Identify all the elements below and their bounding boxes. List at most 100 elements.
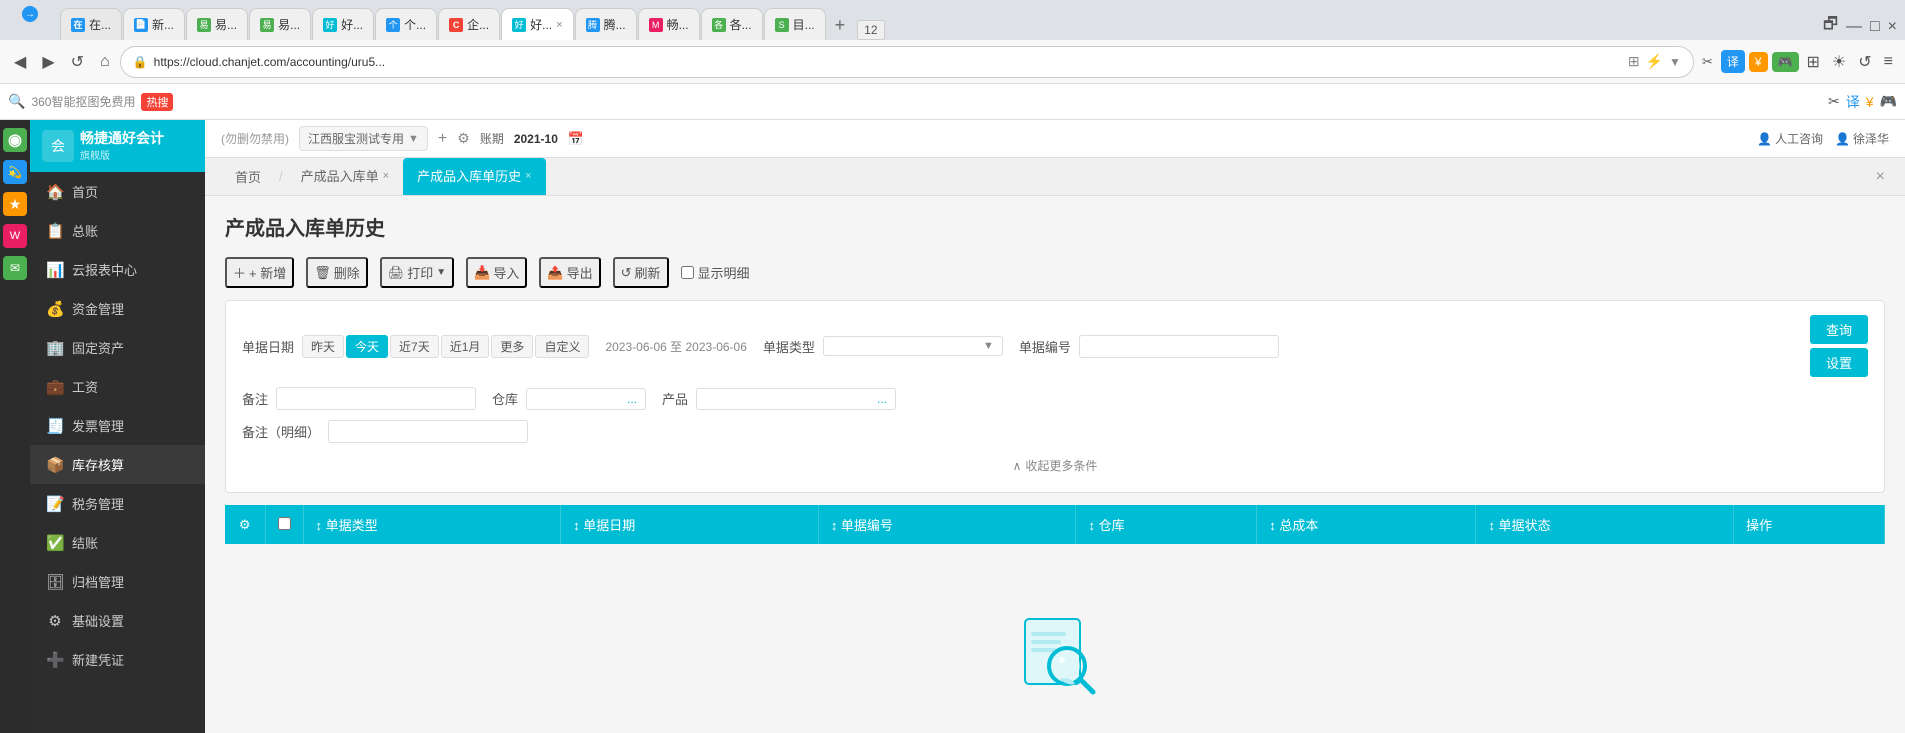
game-icon[interactable]: 🎮 [1880, 93, 1897, 110]
col-date[interactable]: ↕ 单据日期 [561, 505, 819, 544]
new-tab-button[interactable]: + [827, 15, 854, 36]
refresh-btn[interactable]: ↺ 刷新 [613, 257, 669, 288]
user-avatar[interactable]: 👤 徐泽华 [1835, 130, 1889, 147]
warehouse-select[interactable]: ... [526, 388, 646, 410]
calendar-icon[interactable]: 📅 [568, 131, 584, 147]
delete-btn[interactable]: 🗑 删除 [306, 257, 368, 288]
tab-7[interactable]: C 企... [438, 8, 500, 40]
tab-history-close[interactable]: × [525, 170, 531, 182]
maximize-btn[interactable]: □ [1870, 18, 1880, 36]
sidebar-item-assets[interactable]: 🏢 固定资产 [30, 328, 205, 367]
col-settings[interactable]: ⚙ [225, 505, 265, 544]
url-bar[interactable]: 🔒 https://cloud.chanjet.com/accounting/u… [120, 46, 1694, 78]
print-btn[interactable]: 🖨 打印 ▼ [380, 257, 454, 288]
currency-btn[interactable]: ¥ [1749, 52, 1768, 72]
settings-btn[interactable]: ≡ [1880, 49, 1897, 75]
tab-11[interactable]: 各 各... [701, 8, 763, 40]
tab-9[interactable]: 腾 腾... [575, 8, 637, 40]
date-btn-custom[interactable]: 自定义 [535, 335, 589, 358]
game-btn[interactable]: 🎮 [1772, 52, 1799, 72]
tab-3[interactable]: 易 易... [186, 8, 248, 40]
tab-breadcrumb-home[interactable]: 首页 [221, 159, 275, 194]
close-browser-btn[interactable]: × [1888, 18, 1897, 36]
sidebar-item-settlement[interactable]: ✅ 结账 [30, 523, 205, 562]
remark-detail-input[interactable] [328, 420, 528, 443]
show-detail-checkbox[interactable] [681, 266, 694, 279]
home-button[interactable]: ⌂ [94, 49, 116, 75]
select-all-checkbox[interactable] [278, 517, 291, 530]
date-btn-more[interactable]: 更多 [491, 335, 533, 358]
cut-icon[interactable]: ✂ [1828, 93, 1840, 110]
sidebar-item-invoice[interactable]: 🧾 发票管理 [30, 406, 205, 445]
translate-icon[interactable]: 译 [1846, 92, 1860, 112]
sidebar-item-salary[interactable]: 💼 工资 [30, 367, 205, 406]
company-select[interactable]: 江西服宝测试专用 ▼ [299, 126, 428, 151]
restore-btn[interactable]: 🗗 [1823, 13, 1838, 40]
tab-list[interactable]: 产成品入库单 × [287, 158, 403, 195]
sidebar-item-inventory[interactable]: 📦 库存核算 [30, 445, 205, 484]
grid-icon[interactable]: ⊞ [1628, 53, 1640, 70]
date-btn-yesterday[interactable]: 昨天 [302, 335, 344, 358]
tab-count-badge[interactable]: 12 [857, 20, 884, 40]
collapse-btn[interactable]: ∧ 收起更多条件 [242, 453, 1868, 478]
main-app-icon[interactable]: ◉ [3, 128, 27, 152]
close-all-btn[interactable]: × [1872, 164, 1889, 190]
yen-icon[interactable]: ¥ [1866, 94, 1874, 110]
star-icon[interactable]: ★ [3, 192, 27, 216]
refresh-button[interactable]: ↺ [65, 48, 90, 76]
date-btn-7days[interactable]: 近7天 [390, 335, 439, 358]
tab-2[interactable]: 📄 新... [123, 8, 185, 40]
scissors-btn[interactable]: ✂ [1698, 50, 1717, 74]
tab-6[interactable]: 个 个... [375, 8, 437, 40]
search-btn[interactable]: 查询 [1810, 315, 1868, 344]
tab-list-close[interactable]: × [383, 170, 389, 182]
dropdown-icon[interactable]: ▼ [1669, 55, 1681, 69]
tab-10[interactable]: M 畅... [638, 8, 700, 40]
sidebar-item-settings[interactable]: ⚙ 基础设置 [30, 601, 205, 640]
filter-setting-btn[interactable]: 设置 [1810, 348, 1868, 377]
voucher-type-select[interactable]: ▼ [823, 336, 1003, 356]
settings-gear-icon[interactable]: ⚙ [457, 130, 470, 147]
date-btn-today[interactable]: 今天 [346, 335, 388, 358]
remark-input[interactable] [276, 387, 476, 410]
voucher-no-input[interactable] [1079, 335, 1279, 358]
col-status[interactable]: ↕ 单据状态 [1476, 505, 1734, 544]
sidebar-item-cash[interactable]: 💰 资金管理 [30, 289, 205, 328]
col-warehouse[interactable]: ↕ 仓库 [1076, 505, 1257, 544]
tab-history[interactable]: 产成品入库单历史 × [403, 158, 545, 195]
sidebar-item-tax[interactable]: 📝 税务管理 [30, 484, 205, 523]
back-button[interactable]: ◀ [8, 48, 32, 76]
sidebar-item-newvoucher[interactable]: ➕ 新建凭证 [30, 640, 205, 679]
tab-8[interactable]: 好 好... × [501, 8, 573, 40]
import-btn[interactable]: 📥 导入 [466, 257, 527, 288]
add-company-btn[interactable]: + [438, 130, 447, 148]
360-icon[interactable]: 💫 [3, 160, 27, 184]
tab-12[interactable]: S 目... [764, 8, 826, 40]
product-select[interactable]: ... [696, 388, 896, 410]
sidebar-item-ledger[interactable]: 📋 总账 [30, 211, 205, 250]
theme-btn[interactable]: ☀ [1828, 48, 1850, 76]
bolt-icon[interactable]: ⚡ [1646, 53, 1663, 70]
date-btn-1month[interactable]: 近1月 [441, 335, 490, 358]
tab-1[interactable]: 在 在... [60, 8, 122, 40]
forward-button[interactable]: ▶ [36, 48, 60, 76]
col-type[interactable]: ↕ 单据类型 [303, 505, 561, 544]
add-btn[interactable]: ＋ + 新增 [225, 257, 294, 288]
sidebar-item-archive[interactable]: 🗄 归档管理 [30, 562, 205, 601]
weibo-icon[interactable]: W [3, 224, 27, 248]
tab-4[interactable]: 易 易... [249, 8, 311, 40]
refresh2-btn[interactable]: ↺ [1854, 48, 1875, 76]
report-icon: 📊 [46, 261, 64, 279]
col-no[interactable]: ↕ 单据编号 [818, 505, 1076, 544]
export-btn[interactable]: 📤 导出 [539, 257, 600, 288]
translate-btn[interactable]: 译 [1721, 50, 1745, 73]
minimize-btn[interactable]: — [1846, 18, 1862, 36]
tab-5[interactable]: 好 好... [312, 8, 374, 40]
col-cost[interactable]: ↕ 总成本 [1257, 505, 1476, 544]
consult-btn[interactable]: 👤 人工咨询 [1757, 130, 1823, 147]
mail-icon[interactable]: ✉ [3, 256, 27, 280]
sidebar-item-home[interactable]: 🏠 首页 [30, 172, 205, 211]
grid-view-btn[interactable]: ⊞ [1803, 48, 1824, 76]
col-checkbox[interactable] [265, 505, 303, 544]
sidebar-item-report[interactable]: 📊 云报表中心 [30, 250, 205, 289]
